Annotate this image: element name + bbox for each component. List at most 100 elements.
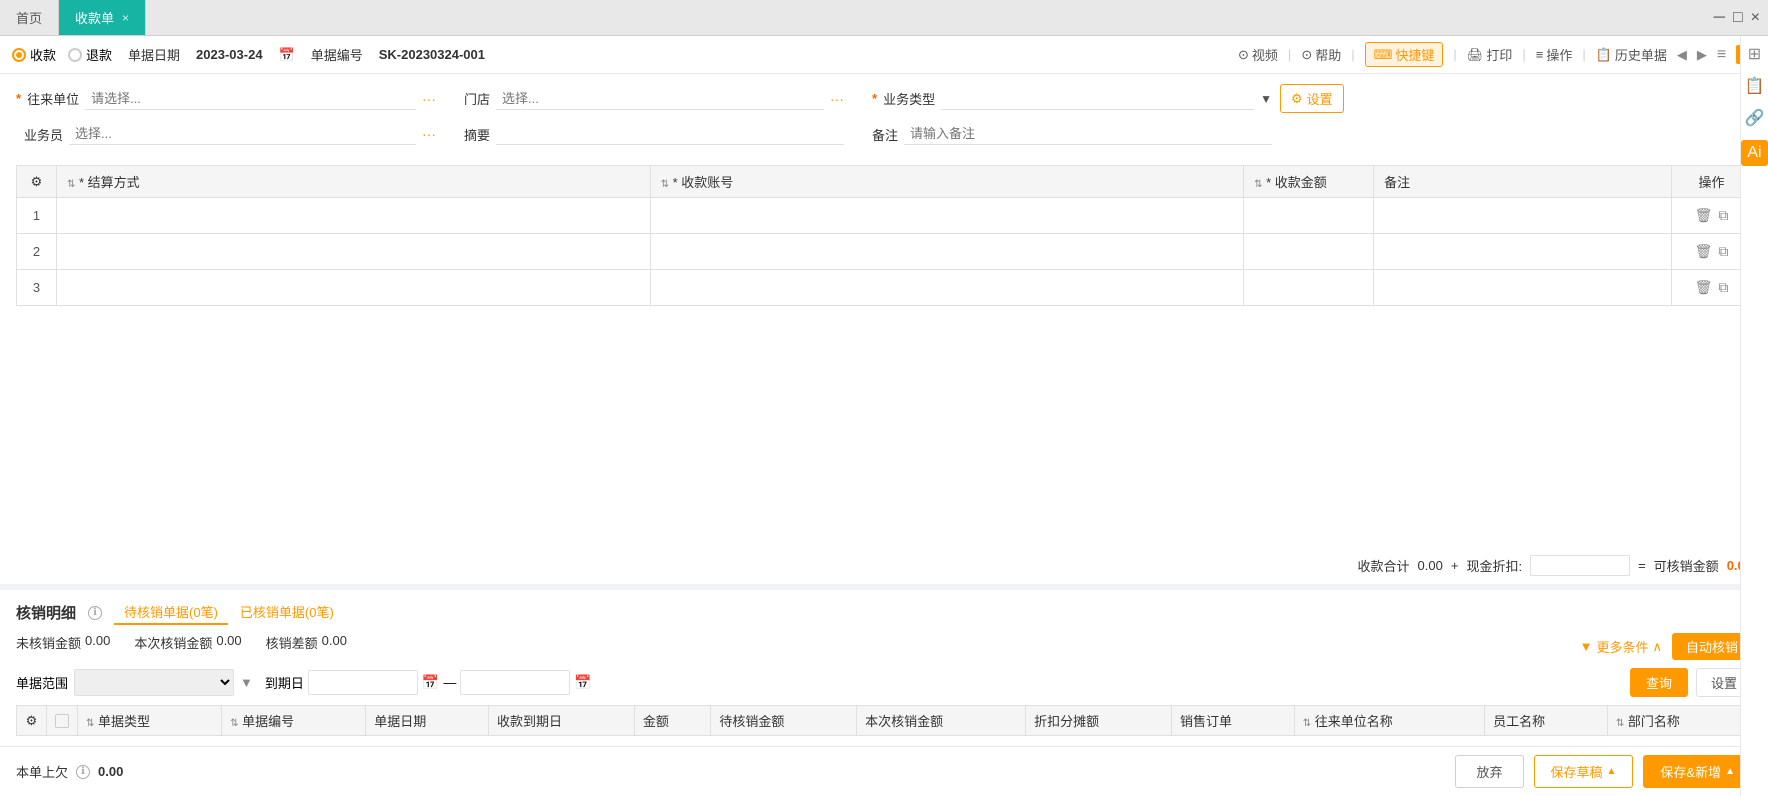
biz-type-chevron-icon[interactable]: ▼ xyxy=(1260,92,1272,106)
shortcut-btn[interactable]: ⌨ 快捷键 xyxy=(1365,42,1444,67)
sidebar-icon-1[interactable]: ⊞ xyxy=(1748,44,1761,64)
view-list-icon[interactable]: ≡ xyxy=(1717,46,1726,64)
tab-receipt-label: 收款单 xyxy=(75,8,114,27)
abandon-button[interactable]: 放弃 xyxy=(1455,755,1523,788)
verif-tab-pending[interactable]: 待核销单据(0笔) xyxy=(114,600,228,625)
row-1-copy-icon[interactable]: ⧉ xyxy=(1718,207,1728,224)
filter-icon: ▼ xyxy=(1580,639,1593,654)
bth-amount: 金额 xyxy=(634,706,711,736)
th-remark-label: 备注 xyxy=(1384,175,1410,190)
history-btn[interactable]: 📋 历史单据 xyxy=(1596,45,1667,64)
close-icon[interactable]: × xyxy=(1751,9,1760,27)
row-3-settlement[interactable] xyxy=(57,270,651,306)
form-row-2: 业务员 ··· 摘要 备注 xyxy=(16,123,1752,145)
range-chevron-icon: ▼ xyxy=(240,675,253,690)
row-2-account[interactable] xyxy=(650,234,1244,270)
bill-date-label: 单据日期 xyxy=(128,45,180,64)
counterpart-input[interactable] xyxy=(85,88,416,110)
equals-sign: = xyxy=(1638,558,1646,573)
header-checkbox-cell xyxy=(55,714,69,728)
row-1-remark[interactable] xyxy=(1374,198,1672,234)
row-1-account[interactable] xyxy=(650,198,1244,234)
verif-tab-done[interactable]: 已核销单据(0笔) xyxy=(230,600,344,625)
more-conditions-btn[interactable]: ▼ 更多条件 ∧ xyxy=(1580,637,1662,656)
th-account: ⇅ * 收款账号 xyxy=(650,166,1244,198)
row-2-copy-icon[interactable]: ⧉ xyxy=(1718,243,1728,260)
radio-receipt[interactable]: 收款 xyxy=(12,45,56,64)
counterpart-more-icon[interactable]: ··· xyxy=(422,91,436,107)
row-1-amount[interactable] xyxy=(1244,198,1374,234)
row-3-amount[interactable] xyxy=(1244,270,1374,306)
nav-right-icon[interactable]: ▶ xyxy=(1697,47,1707,63)
maximize-icon[interactable]: □ xyxy=(1733,9,1743,27)
radio-refund[interactable]: 退款 xyxy=(68,45,112,64)
discount-input[interactable] xyxy=(1530,555,1630,576)
save-new-button[interactable]: 保存&新增 ▲ xyxy=(1643,755,1752,788)
bottom-table-header: ⚙ ⇅ 单据类型 ⇅ 单据编号 xyxy=(17,706,1752,736)
cal-to-icon[interactable]: 📅 xyxy=(574,674,591,691)
tab-receipt[interactable]: 收款单 × xyxy=(59,0,146,35)
sidebar-icon-3[interactable]: 🔗 xyxy=(1745,108,1765,128)
counterpart-field: * 往来单位 ··· xyxy=(16,88,436,110)
date-to-input[interactable]: 2022-04-12 xyxy=(460,670,570,695)
save-draft-button[interactable]: 保存草稿 ▲ xyxy=(1534,755,1634,788)
range-select[interactable] xyxy=(74,669,234,696)
settings-button[interactable]: ⚙ 设置 xyxy=(1280,84,1344,113)
row-2-remark[interactable] xyxy=(1374,234,1672,270)
th-settings[interactable]: ⚙ xyxy=(17,166,57,198)
row-2-settlement[interactable] xyxy=(57,234,651,270)
summary-input[interactable] xyxy=(496,123,844,145)
row-3-remark[interactable] xyxy=(1374,270,1672,306)
biz-type-input[interactable]: 预收款 xyxy=(941,88,1254,110)
verif-stats: 未核销金额 0.00 本次核销金额 0.00 核销差额 0.00 ▼ 更多条件 … xyxy=(16,633,1752,660)
row-2-delete-icon[interactable]: 🗑 xyxy=(1695,243,1713,260)
radio-receipt-dot xyxy=(12,48,26,62)
help-btn[interactable]: ⊙ 帮助 xyxy=(1301,45,1341,64)
bth-amount-label: 金额 xyxy=(643,714,669,729)
operate-btn[interactable]: ≡ 操作 xyxy=(1536,45,1573,64)
header-checkbox[interactable] xyxy=(55,714,69,728)
quota-label: 本单上欠 xyxy=(16,762,68,781)
minimize-icon[interactable]: ─ xyxy=(1714,9,1725,27)
row-1-delete-icon[interactable]: 🗑 xyxy=(1695,207,1713,224)
quota-info-icon[interactable]: ℹ xyxy=(76,765,90,779)
biz-type-label: 业务类型 xyxy=(883,89,935,108)
verif-title: 核销明细 xyxy=(16,602,76,623)
cal-from-icon[interactable]: 📅 xyxy=(422,674,439,691)
verif-info-icon[interactable]: ℹ xyxy=(88,606,102,620)
salesman-input[interactable] xyxy=(69,123,416,145)
video-btn[interactable]: ⊙ 视频 xyxy=(1238,45,1278,64)
store-field: 门店 ··· xyxy=(444,88,844,110)
bth-settings[interactable]: ⚙ xyxy=(17,706,47,736)
tab-receipt-close[interactable]: × xyxy=(122,11,129,25)
table-settings-icon[interactable]: ⚙ xyxy=(31,174,43,189)
store-input[interactable] xyxy=(496,88,824,110)
stat-diff: 核销差额 0.00 xyxy=(266,633,347,660)
nav-left-icon[interactable]: ◀ xyxy=(1677,47,1687,63)
sidebar-icon-2[interactable]: 📋 xyxy=(1745,76,1765,96)
total-label: 收款合计 xyxy=(1358,556,1410,575)
print-btn[interactable]: 🖨 打印 xyxy=(1467,45,1513,64)
row-3-action-cell: 🗑 ⧉ xyxy=(1682,279,1741,296)
date-from-input[interactable]: 2022-04-01 xyxy=(308,670,418,695)
bth-due-date: 收款到期日 xyxy=(488,706,634,736)
query-button[interactable]: 查询 xyxy=(1630,668,1688,697)
row-3-account[interactable] xyxy=(650,270,1244,306)
range-label: 单据范围 xyxy=(16,673,68,692)
save-draft-chevron-icon: ▲ xyxy=(1607,766,1617,777)
salesman-more-icon[interactable]: ··· xyxy=(422,126,436,142)
row-3-copy-icon[interactable]: ⧉ xyxy=(1718,279,1728,296)
calendar-icon[interactable]: 📅 xyxy=(279,47,295,63)
bottom-table-gear-icon[interactable]: ⚙ xyxy=(26,713,38,728)
tab-home[interactable]: 首页 xyxy=(0,0,59,35)
auto-cancel-label: 自动核销 xyxy=(1686,637,1738,656)
store-more-icon[interactable]: ··· xyxy=(830,91,844,107)
row-2-amount[interactable] xyxy=(1244,234,1374,270)
bth-pending-amount: 待核销金额 xyxy=(711,706,857,736)
sidebar-icon-4[interactable]: Ai xyxy=(1741,140,1767,166)
quota-value: 0.00 xyxy=(98,764,123,779)
row-3-delete-icon[interactable]: 🗑 xyxy=(1695,279,1713,296)
stat-uncancelled: 未核销金额 0.00 xyxy=(16,633,110,660)
remark-input[interactable] xyxy=(904,123,1272,145)
row-1-settlement[interactable] xyxy=(57,198,651,234)
